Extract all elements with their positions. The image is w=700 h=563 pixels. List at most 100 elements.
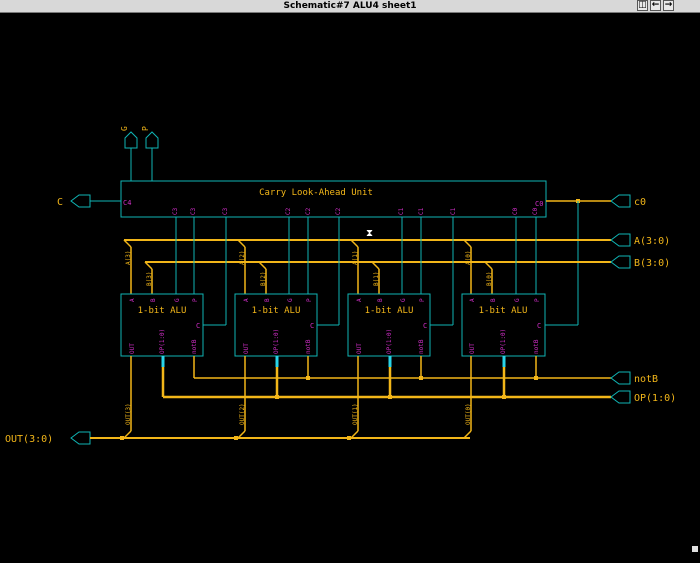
alu-bit1[interactable]: A(1) B(1) 1-bit ALU A B G P C OUT OP(1:0… [347,217,454,439]
out-bus-label: OUT(3) [125,403,132,425]
alu-label: 1-bit ALU [479,306,528,316]
back-button[interactable]: ← [650,0,661,11]
bus-tap [237,430,246,439]
alu-pin-p: P [419,298,426,302]
port-p-label: P [141,126,150,131]
bus-tap [350,239,359,248]
alu-pin-p: P [306,298,313,302]
port-c0-label: c0 [634,197,646,208]
cla-unit-box[interactable] [120,180,547,218]
alu-pin-op: OP(1:0) [386,329,393,354]
port-g[interactable]: G [120,126,138,181]
out-bus-label: OUT(1) [352,403,359,425]
port-g-shape [124,131,138,149]
title-bar[interactable]: Schematic#7 ALU4 sheet1 ◫ ← → [0,0,700,13]
port-notb-label: notB [634,374,658,385]
cla-pin-c0: C0 [535,200,543,208]
schematic-window: Schematic#7 ALU4 sheet1 ◫ ← → Carry Look… [0,0,700,563]
port-out-shape [70,431,91,445]
restore-button[interactable]: ◫ [637,0,648,11]
port-notb-shape [610,371,631,385]
alu-pin-out: OUT [356,343,363,354]
bus-b[interactable]: B(3:0) [145,255,670,269]
alu-bit3[interactable]: A(3) B(3) 1-bit ALU A B G P C OUT OP(1:0… [120,217,227,439]
bus-notb[interactable]: notB [194,371,658,385]
bus-tap [258,261,267,270]
bus-a[interactable]: A(3:0) [124,233,670,247]
bus-tap [237,239,246,248]
cla-pin-label: C0 [532,207,539,215]
alu-label: 1-bit ALU [365,306,414,316]
port-p[interactable]: P [141,126,159,181]
b-bus-label: B(0) [486,272,493,286]
alu-pin-a: A [129,298,136,302]
alu-label: 1-bit ALU [252,306,301,316]
junction-dot [306,376,310,380]
cla-pin-label: C3 [222,207,229,215]
b-bus-label: B(2) [260,272,267,286]
alu-pin-out: OUT [129,343,136,354]
alu-pin-notb: notB [533,339,540,354]
cla-pin-label: C0 [512,207,519,215]
a-bus-label: A(3) [125,251,132,265]
port-c[interactable]: C [57,194,121,208]
alu-pin-op: OP(1:0) [159,329,166,354]
bus-tap [144,261,153,270]
alu-pin-out: OUT [469,343,476,354]
cla-unit-label: Carry Look-Ahead Unit [259,188,373,198]
alu-pin-op: OP(1:0) [500,329,507,354]
junction-dot [419,376,423,380]
out-bus-label: OUT(2) [239,403,246,425]
alu-pin-a: A [469,298,476,302]
cla-pin-label: C3 [190,207,197,215]
port-g-label: G [120,126,129,131]
port-a-shape [610,233,631,247]
window-title: Schematic#7 ALU4 sheet1 [283,1,417,11]
alu-pin-notb: notB [305,339,312,354]
port-b-shape [610,255,631,269]
port-c0[interactable]: c0 [545,194,646,326]
port-b-label: B(3:0) [634,258,670,269]
alu-pin-p: P [192,298,199,302]
cla-pin-label: C2 [285,207,292,215]
a-bus-label: A(1) [352,251,359,265]
alu-pin-a: A [356,298,363,302]
alu-pin-g: G [174,298,181,302]
port-c0-shape [610,194,631,208]
bus-tap [371,261,380,270]
alu-label: 1-bit ALU [138,306,187,316]
b-bus-label: B(3) [146,272,153,286]
bus-tap [123,430,132,439]
bus-op[interactable]: OP(1:0) [163,390,676,404]
port-p-shape [145,131,159,149]
alu-bit2[interactable]: A(2) B(2) 1-bit ALU A B G P C OUT OP(1:0… [234,217,340,439]
resize-handle[interactable] [692,546,698,552]
junction-dot [234,436,238,440]
a-bus-label: A(2) [239,251,246,265]
alu-pin-g: G [514,298,521,302]
alu-bit0[interactable]: A(0) B(0) 1-bit ALU A B G P C OUT OP(1:0… [461,217,546,439]
bus-tap [484,261,493,270]
schematic-canvas[interactable]: Carry Look-Ahead Unit C4 C0 C3 C3 C3 C2 … [0,13,700,563]
alu-pin-a: A [243,298,250,302]
junction-dot [502,395,506,399]
junction-dot [120,436,124,440]
junction-dot [275,395,279,399]
alu-pin-c: C [423,322,427,330]
alu-pin-c: C [196,322,200,330]
cla-pin-label: C1 [398,207,405,215]
junction-dot [534,376,538,380]
bus-tap [123,239,132,248]
alu-pin-b: B [377,298,384,302]
cla-pin-c4: C4 [123,199,131,207]
junction-dot [388,395,392,399]
port-a-label: A(3:0) [634,236,670,247]
forward-button[interactable]: → [663,0,674,11]
b-bus-label: B(1) [373,272,380,286]
port-op-shape [610,390,631,404]
cla-pin-label: C2 [305,207,312,215]
alu-pin-notb: notB [191,339,198,354]
alu-pin-b: B [150,298,157,302]
port-out-label: OUT(3:0) [5,434,53,445]
cla-pin-label: C2 [335,207,342,215]
